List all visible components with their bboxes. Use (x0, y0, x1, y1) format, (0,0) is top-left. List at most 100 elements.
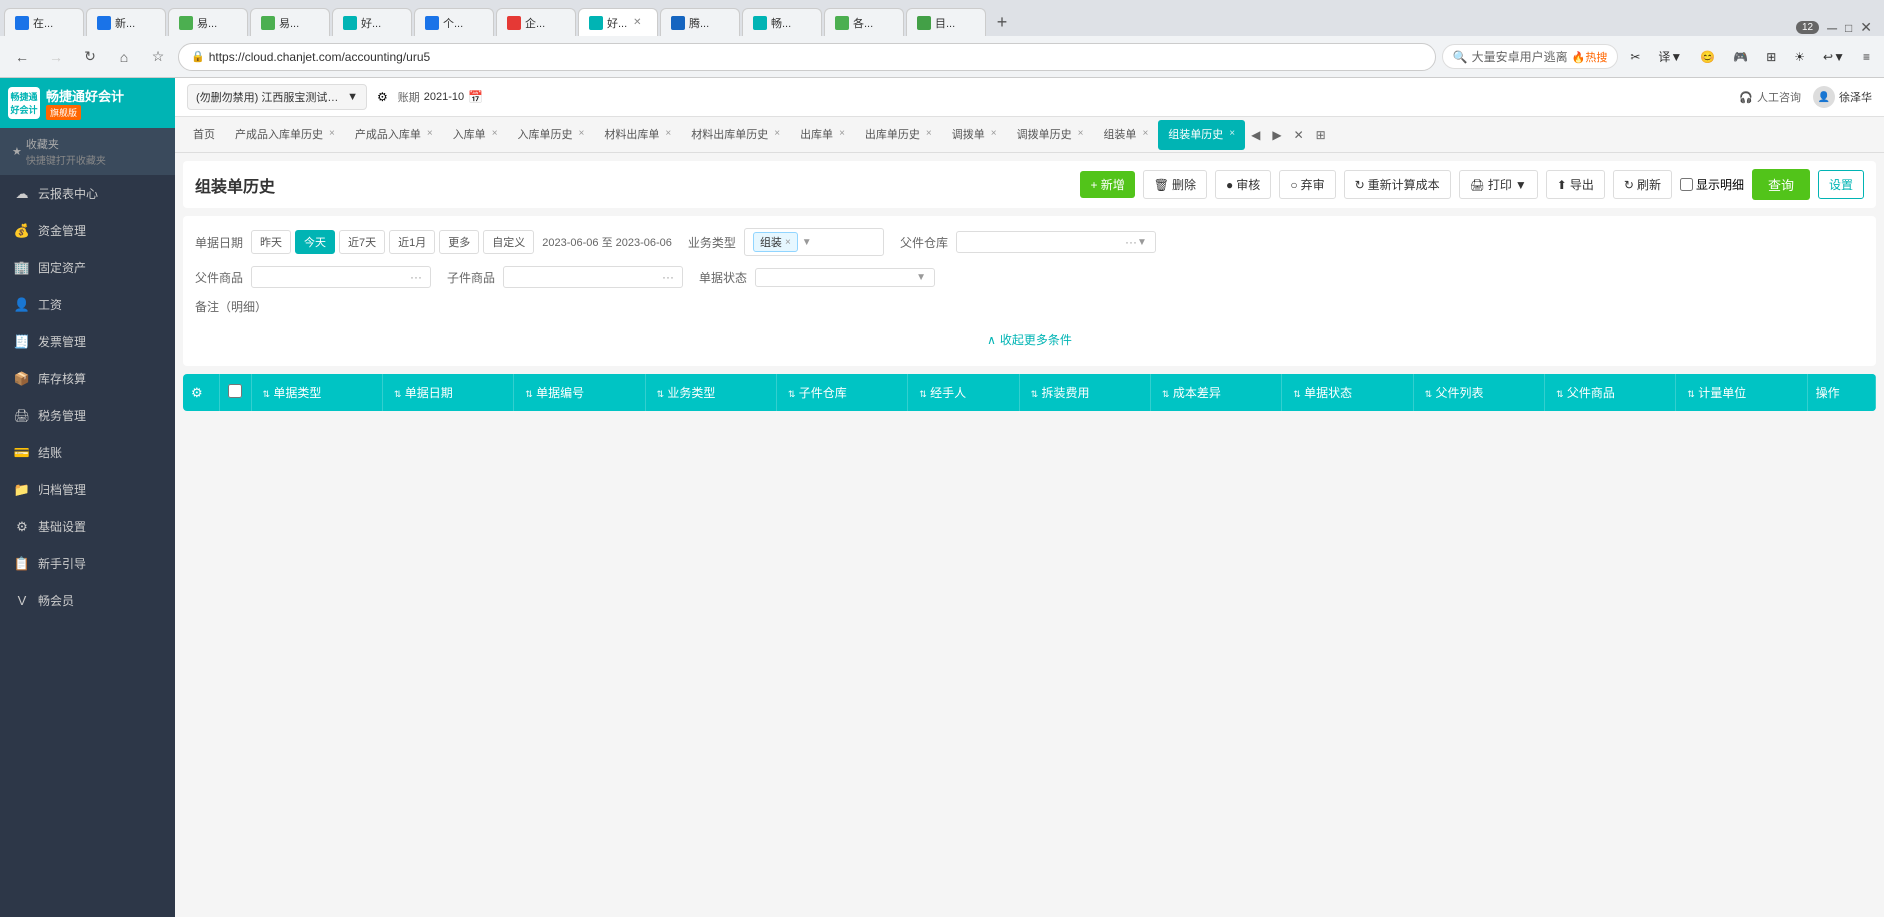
query-button[interactable]: 查询 (1752, 169, 1810, 200)
child-goods-more-icon[interactable]: ··· (662, 270, 674, 284)
tag-remove-btn[interactable]: × (785, 237, 791, 248)
tab-nav-left[interactable]: ◀ (1245, 124, 1266, 146)
audit-button[interactable]: ● 审核 (1215, 170, 1271, 199)
browser-tab-5[interactable]: 个... (414, 8, 494, 36)
parent-goods-more-icon[interactable]: ··· (410, 270, 422, 284)
tab-outbound-history[interactable]: 出库单历史 × (855, 120, 942, 150)
print-button[interactable]: 🖨 打印 ▼ (1459, 170, 1538, 199)
tab-close-5[interactable]: × (665, 128, 671, 139)
settings-query-button[interactable]: 设置 (1818, 170, 1864, 199)
sort-icon-number[interactable]: ⇅ (525, 389, 533, 399)
tab-finished-goods[interactable]: 产成品入库单 × (345, 120, 443, 150)
user-area[interactable]: 👤 徐泽华 (1813, 86, 1872, 108)
sidebar-item-fixed-assets[interactable]: 🏢 固定资产 (0, 249, 175, 286)
tab-close-11[interactable]: × (1142, 128, 1148, 139)
sidebar-item-settings[interactable]: ⚙ 基础设置 (0, 508, 175, 545)
collapse-button[interactable]: ∧ 收起更多条件 (195, 325, 1864, 354)
tab-close-8[interactable]: × (926, 128, 932, 139)
tab-transfer-history[interactable]: 调拨单历史 × (1007, 120, 1094, 150)
tab-more[interactable]: ⊞ (1310, 124, 1332, 146)
sort-icon-fee[interactable]: ⇅ (1031, 389, 1039, 399)
tab-nav-right[interactable]: ▶ (1266, 124, 1287, 146)
company-selector[interactable]: (勿删勿禁用) 江西服宝测试专用 ▼ (187, 84, 367, 110)
column-settings-icon[interactable]: ⚙ (191, 385, 203, 400)
tab-close-3[interactable]: × (492, 128, 498, 139)
sort-icon[interactable]: ⇅ (263, 389, 271, 399)
tab-close-9[interactable]: × (991, 128, 997, 139)
address-bar[interactable]: 🔒 https://cloud.chanjet.com/accounting/u… (178, 43, 1436, 71)
abandon-button[interactable]: ○ 弃审 (1279, 170, 1335, 199)
game-btn[interactable]: 🎮 (1727, 47, 1754, 67)
tab-inbound-history[interactable]: 入库单历史 × (508, 120, 595, 150)
add-button[interactable]: + 新增 (1080, 171, 1134, 198)
settings-icon-area[interactable]: ⚙ (377, 90, 388, 104)
sidebar-item-tax[interactable]: 🖨 税务管理 (0, 397, 175, 434)
cut-btn[interactable]: ✂ (1624, 47, 1646, 67)
tab-close-6[interactable]: × (774, 128, 780, 139)
tab-assembly-history[interactable]: 组装单历史 × (1158, 120, 1245, 150)
emoji-btn[interactable]: 😊 (1694, 47, 1721, 67)
more-date-btn[interactable]: 更多 (439, 230, 479, 254)
browser-tab-close-7[interactable]: ✕ (633, 17, 641, 28)
bookmark-button[interactable]: ☆ (144, 43, 172, 71)
translate-btn[interactable]: 译▼ (1652, 45, 1688, 68)
sidebar-item-settle[interactable]: 💳 结账 (0, 434, 175, 471)
undo-btn[interactable]: ↩▼ (1817, 47, 1851, 67)
sort-icon-pg[interactable]: ⇅ (1556, 389, 1564, 399)
brightness-btn[interactable]: ☀ (1788, 47, 1811, 67)
status-dropdown-icon[interactable]: ▼ (916, 272, 926, 283)
tab-finished-goods-history[interactable]: 产成品入库单历史 × (225, 120, 345, 150)
sidebar-item-inventory[interactable]: 📦 库存核算 (0, 360, 175, 397)
sort-icon-biz[interactable]: ⇅ (657, 389, 665, 399)
new-tab-button[interactable]: + (988, 8, 1016, 36)
sort-icon-cost[interactable]: ⇅ (1162, 389, 1170, 399)
minimize-button[interactable]: ─ (1827, 20, 1837, 36)
select-all-checkbox[interactable] (228, 384, 242, 398)
browser-tab-6[interactable]: 企... (496, 8, 576, 36)
today-btn[interactable]: 今天 (295, 230, 335, 254)
tab-close-12[interactable]: × (1229, 128, 1235, 139)
tab-outbound[interactable]: 出库单 × (790, 120, 855, 150)
forward-button[interactable]: → (42, 43, 70, 71)
1month-btn[interactable]: 近1月 (389, 230, 435, 254)
browser-tab-7[interactable]: 好... ✕ (578, 8, 658, 36)
tab-close-2[interactable]: × (427, 128, 433, 139)
recalculate-button[interactable]: ↻ 重新计算成本 (1344, 170, 1451, 199)
parent-warehouse-input[interactable]: ··· ▼ (956, 231, 1156, 253)
sidebar-item-archive[interactable]: 📁 归档管理 (0, 471, 175, 508)
custom-date-btn[interactable]: 自定义 (483, 230, 534, 254)
tab-inbound[interactable]: 入库单 × (443, 120, 508, 150)
warehouse-more-icon[interactable]: ··· (1125, 235, 1137, 249)
sidebar-item-invoice[interactable]: 🧾 发票管理 (0, 323, 175, 360)
tab-close-7[interactable]: × (839, 128, 845, 139)
back-button[interactable]: ← (8, 43, 36, 71)
display-detail-toggle[interactable]: 显示明细 (1680, 176, 1744, 193)
menu-btn[interactable]: ≡ (1857, 47, 1876, 67)
sort-icon-date[interactable]: ⇅ (394, 389, 402, 399)
7days-btn[interactable]: 近7天 (339, 230, 385, 254)
biz-type-dropdown-icon[interactable]: ▼ (802, 237, 812, 248)
refresh-button[interactable]: ↻ 刷新 (1613, 170, 1672, 199)
child-goods-input[interactable]: ··· (503, 266, 683, 288)
browser-tab-3[interactable]: 易... (250, 8, 330, 36)
warehouse-dropdown-icon[interactable]: ▼ (1137, 237, 1147, 248)
tab-home[interactable]: 首页 (183, 120, 225, 150)
yesterday-btn[interactable]: 昨天 (251, 230, 291, 254)
display-detail-checkbox[interactable] (1680, 178, 1693, 191)
export-button[interactable]: ⬆ 导出 (1546, 170, 1605, 199)
close-button[interactable]: ✕ (1860, 19, 1872, 36)
parent-goods-input[interactable]: ··· (251, 266, 431, 288)
calendar-icon[interactable]: 📅 (468, 90, 483, 104)
sort-icon-pl[interactable]: ⇅ (1425, 389, 1433, 399)
browser-tab-0[interactable]: 在... (4, 8, 84, 36)
sidebar-item-member[interactable]: V 畅会员 (0, 582, 175, 619)
status-dropdown[interactable]: ▼ (755, 268, 935, 287)
tab-transfer[interactable]: 调拨单 × (942, 120, 1007, 150)
tab-close-4[interactable]: × (579, 128, 585, 139)
search-bar[interactable]: 🔍 大量安卓用户逃离 🔥热搜 (1442, 44, 1619, 69)
tab-assembly[interactable]: 组装单 × (1093, 120, 1158, 150)
sidebar-item-funds[interactable]: 💰 资金管理 (0, 212, 175, 249)
tab-close-all[interactable]: ✕ (1288, 124, 1310, 146)
tab-material-outbound-history[interactable]: 材料出库单历史 × (681, 120, 790, 150)
browser-tab-2[interactable]: 易... (168, 8, 248, 36)
